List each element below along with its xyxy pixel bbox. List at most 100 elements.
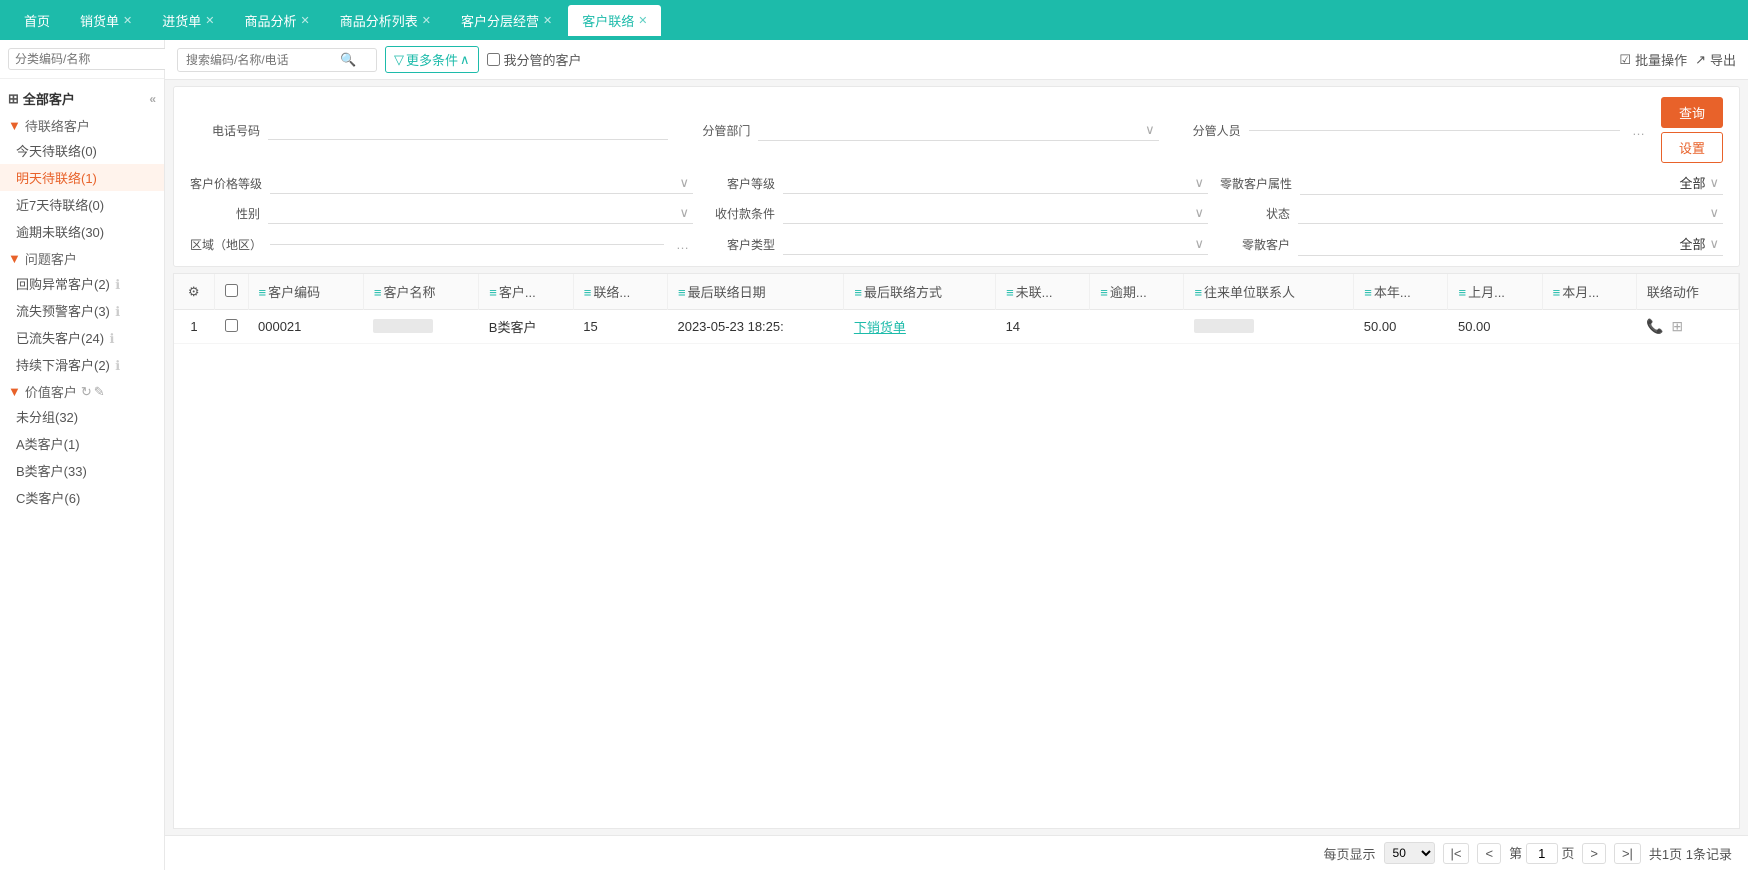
column-type[interactable]: ≡客户... <box>479 274 574 310</box>
filter-row-4: 区域（地区） … 客户类型 ∨ 零散客户 全部 ∨ <box>190 232 1723 256</box>
phone-action-icon[interactable]: 📞 <box>1646 318 1663 334</box>
query-button[interactable]: 查询 <box>1661 97 1723 128</box>
close-icon[interactable]: ✕ <box>422 14 431 27</box>
sort-icon: ≡ <box>259 285 267 300</box>
close-icon[interactable]: ✕ <box>123 14 132 27</box>
last-page-btn[interactable]: >| <box>1614 843 1641 864</box>
bulk-action-btn[interactable]: ☑ 批量操作 <box>1619 50 1687 69</box>
gender-select[interactable]: ∨ <box>268 203 693 224</box>
nav-home[interactable]: 首页 <box>10 5 64 36</box>
sidebar-item-class-a[interactable]: A类客户(1) <box>0 430 164 457</box>
more-options-icon[interactable]: … <box>672 237 693 252</box>
gender-label: 性别 <box>190 205 260 222</box>
sidebar-item-overdue-pending[interactable]: 逾期未联络(30) <box>0 218 164 245</box>
nav-purchase-order[interactable]: 进货单 ✕ <box>148 5 228 36</box>
nav-product-analysis-list[interactable]: 商品分析列表 ✕ <box>326 5 445 36</box>
sidebar-item-ungrouped[interactable]: 未分组(32) <box>0 403 164 430</box>
zero-customer-select[interactable]: 全部 ∨ <box>1298 232 1723 256</box>
payment-label: 收付款条件 <box>705 205 775 222</box>
phone-input[interactable] <box>268 121 668 140</box>
row-type: B类客户 <box>479 310 574 344</box>
qr-action-icon[interactable]: ⊞ <box>1671 318 1683 334</box>
dept-select[interactable]: ∨ <box>758 120 1158 141</box>
info-icon: ℹ <box>109 331 114 346</box>
more-options-icon[interactable]: … <box>1628 123 1649 138</box>
filter-icon: ▽ <box>394 52 404 68</box>
column-last-contact-date[interactable]: ≡最后联络日期 <box>667 274 843 310</box>
row-last-contact-method[interactable]: 下销货单 <box>844 310 996 344</box>
row-this-month <box>1542 310 1636 344</box>
chevron-down-icon: ∨ <box>1709 205 1719 221</box>
column-gear[interactable]: ⚙ <box>174 274 214 310</box>
first-page-btn[interactable]: |< <box>1443 843 1470 864</box>
per-page-select[interactable]: 50 100 200 <box>1384 842 1435 864</box>
my-customers-checkbox[interactable] <box>487 53 500 66</box>
sidebar-item-today-pending[interactable]: 今天待联络(0) <box>0 137 164 164</box>
filter-dept: 分管部门 ∨ <box>680 120 1158 141</box>
payment-select[interactable]: ∨ <box>783 203 1208 224</box>
collapse-icon[interactable]: « <box>149 92 156 106</box>
customer-level-select[interactable]: ∨ <box>783 173 1208 194</box>
nav-customer-contact[interactable]: 客户联络 ✕ <box>568 5 661 36</box>
row-name <box>363 310 478 344</box>
settings-button[interactable]: 设置 <box>1661 132 1723 163</box>
info-icon: ℹ <box>115 304 120 319</box>
data-table-area: ⚙ ≡客户编码 ≡客户名称 ≡客户... ≡联络... ≡最后联络日期 ≡最后联… <box>173 273 1740 829</box>
close-icon[interactable]: ✕ <box>205 14 214 27</box>
filter-row-2: 客户价格等级 ∨ 客户等级 ∨ 零散客户属性 全部 ∨ <box>190 171 1723 195</box>
column-uncontacted[interactable]: ≡未联... <box>996 274 1090 310</box>
price-level-select[interactable]: ∨ <box>270 173 693 194</box>
status-select[interactable]: ∨ <box>1298 203 1723 224</box>
select-all-checkbox[interactable] <box>225 284 238 297</box>
sidebar-item-class-c[interactable]: C类客户(6) <box>0 484 164 511</box>
prev-page-btn[interactable]: < <box>1477 843 1501 864</box>
refresh-icon[interactable]: ↻ <box>81 384 92 400</box>
close-icon[interactable]: ✕ <box>301 14 310 27</box>
sidebar-item-class-b[interactable]: B类客户(33) <box>0 457 164 484</box>
sidebar-item-declining[interactable]: 持续下滑客户(2) ℹ <box>0 351 164 378</box>
sidebar-item-7days-pending[interactable]: 近7天待联络(0) <box>0 191 164 218</box>
column-last-contact-method[interactable]: ≡最后联络方式 <box>844 274 996 310</box>
row-select-checkbox[interactable] <box>225 319 238 332</box>
sort-icon: ≡ <box>1100 285 1108 300</box>
column-this-year[interactable]: ≡本年... <box>1354 274 1448 310</box>
sort-icon: ≡ <box>854 285 862 300</box>
nav-sales-order[interactable]: 销货单 ✕ <box>66 5 146 36</box>
search-icon[interactable]: 🔍 <box>340 52 356 68</box>
sidebar-all-customers[interactable]: ⊞ 全部客户 « <box>0 85 164 112</box>
column-contacts[interactable]: ≡联络... <box>573 274 667 310</box>
search-box[interactable]: 🔍 <box>177 48 377 72</box>
search-input[interactable] <box>186 53 336 67</box>
nav-product-analysis[interactable]: 商品分析 ✕ <box>230 5 323 36</box>
customer-type-select[interactable]: ∨ <box>783 234 1208 255</box>
column-this-month[interactable]: ≡本月... <box>1542 274 1636 310</box>
sidebar-item-repurchase-abnormal[interactable]: 回购异常客户(2) ℹ <box>0 270 164 297</box>
sidebar-item-churn-warning[interactable]: 流失预警客户(3) ℹ <box>0 297 164 324</box>
chevron-down-icon: ∨ <box>1709 175 1719 191</box>
column-checkbox[interactable] <box>214 274 248 310</box>
sidebar-item-churned[interactable]: 已流失客户(24) ℹ <box>0 324 164 351</box>
column-contact-person[interactable]: ≡往来单位联系人 <box>1184 274 1354 310</box>
zero-attr-select[interactable]: 全部 ∨ <box>1300 171 1723 195</box>
close-icon[interactable]: ✕ <box>638 14 647 27</box>
nav-customer-tier[interactable]: 客户分层经营 ✕ <box>447 5 566 36</box>
close-icon[interactable]: ✕ <box>543 14 552 27</box>
sort-icon: ≡ <box>489 285 497 300</box>
next-page-btn[interactable]: > <box>1582 843 1606 864</box>
more-conditions-btn[interactable]: ▽ 更多条件 ∧ <box>385 46 479 73</box>
masked-name <box>373 319 433 333</box>
sidebar-search-input[interactable] <box>8 48 177 70</box>
sidebar-content: ⊞ 全部客户 « ▼ 待联络客户 今天待联络(0) 明天待联络(1) 近7天待联… <box>0 79 164 870</box>
page-number-input[interactable] <box>1526 843 1558 864</box>
my-customers-checkbox-label[interactable]: 我分管的客户 <box>487 50 582 69</box>
filter-payment: 收付款条件 ∨ <box>705 203 1208 224</box>
column-overdue[interactable]: ≡逾期... <box>1090 274 1184 310</box>
edit-icon[interactable]: ✎ <box>94 384 105 400</box>
last-contact-link[interactable]: 下销货单 <box>854 320 906 335</box>
export-btn[interactable]: ↗ 导出 <box>1695 50 1736 69</box>
column-name[interactable]: ≡客户名称 <box>363 274 478 310</box>
column-code[interactable]: ≡客户编码 <box>248 274 363 310</box>
sidebar-item-tomorrow-pending[interactable]: 明天待联络(1) <box>0 164 164 191</box>
row-checkbox[interactable] <box>214 310 248 344</box>
column-last-month[interactable]: ≡上月... <box>1448 274 1542 310</box>
